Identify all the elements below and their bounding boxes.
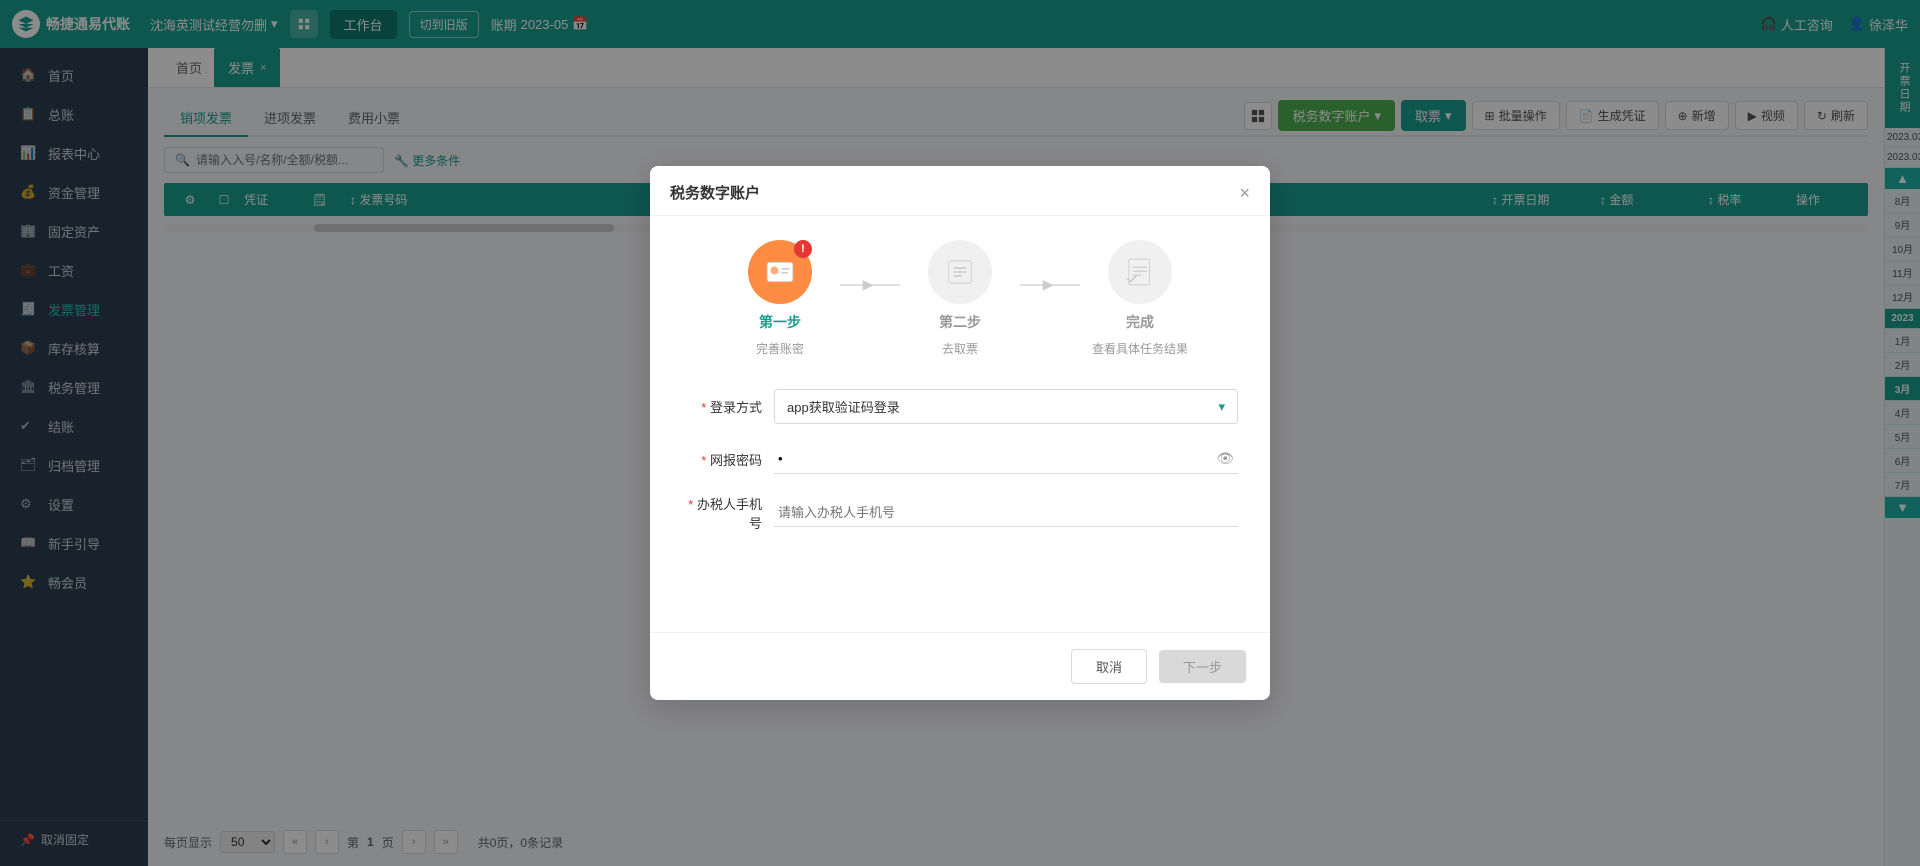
login-method-select[interactable]: app获取验证码登录 ▾ (774, 389, 1238, 424)
modal-header: 税务数字账户 × (650, 166, 1270, 216)
step2-circle (928, 240, 992, 304)
modal-spacer (682, 552, 1238, 612)
step-2: 第二步 去取票 (900, 240, 1020, 357)
password-label: * 网报密码 (682, 450, 762, 469)
password-input[interactable] (778, 451, 1216, 466)
tax-digital-modal: 税务数字账户 × ! 第一步 (650, 166, 1270, 700)
step-1: ! 第一步 完善账密 (720, 240, 840, 357)
login-method-value: app获取验证码登录 (787, 397, 900, 416)
step3-label: 完成 (1126, 312, 1154, 332)
modal-close-btn[interactable]: × (1239, 184, 1250, 202)
phone-input[interactable] (778, 505, 1234, 520)
step3-circle (1108, 240, 1172, 304)
phone-group: * 办税人手机号 (682, 494, 1238, 532)
next-btn[interactable]: 下一步 (1159, 650, 1246, 683)
modal-footer: 取消 下一步 (650, 632, 1270, 700)
step1-circle: ! (748, 240, 812, 304)
select-dropdown-icon: ▾ (1218, 399, 1225, 415)
modal-body: ! 第一步 完善账密 (650, 216, 1270, 632)
required-star2: * (701, 453, 706, 468)
modal-title: 税务数字账户 (670, 182, 760, 203)
step-arrow-2 (1020, 284, 1080, 286)
step3-sub: 查看具体任务结果 (1092, 340, 1188, 357)
phone-label: * 办税人手机号 (682, 494, 762, 532)
step-3: 完成 查看具体任务结果 (1080, 240, 1200, 357)
step1-sub: 完善账密 (756, 340, 804, 357)
modal-overlay: 税务数字账户 × ! 第一步 (0, 0, 1920, 866)
eye-icon[interactable]: 👁 (1216, 450, 1234, 467)
step1-label: 第一步 (759, 312, 801, 332)
step2-sub: 去取票 (942, 340, 978, 357)
password-group: * 网报密码 👁 (682, 444, 1238, 474)
login-method-group: * 登录方式 app获取验证码登录 ▾ (682, 389, 1238, 424)
step-arrow-1 (840, 284, 900, 286)
required-star: * (701, 400, 706, 415)
cancel-btn[interactable]: 取消 (1071, 649, 1147, 684)
step2-label: 第二步 (939, 312, 981, 332)
phone-field-wrapper (774, 499, 1238, 527)
step1-badge: ! (794, 240, 812, 258)
required-star3: * (688, 497, 693, 512)
password-field-wrapper: 👁 (774, 444, 1238, 474)
steps-indicator: ! 第一步 完善账密 (682, 240, 1238, 357)
login-method-label: * 登录方式 (682, 397, 762, 416)
